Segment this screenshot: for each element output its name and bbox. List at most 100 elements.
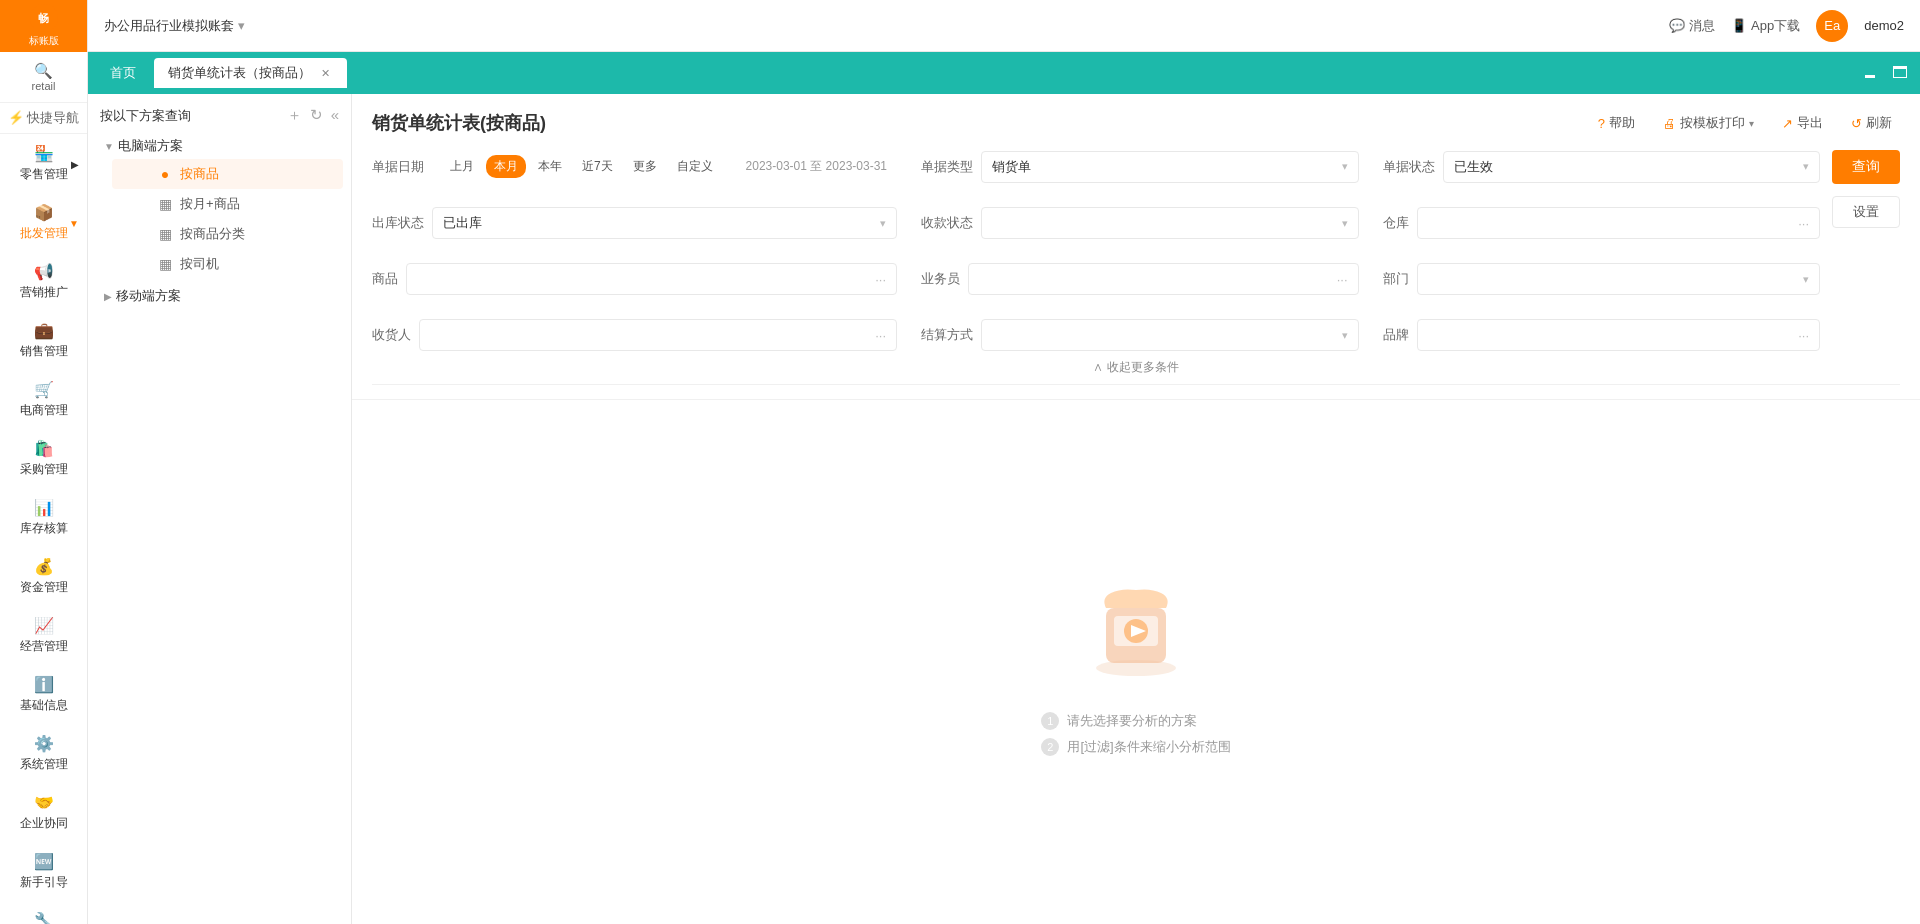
sidebar-item-inventory[interactable]: 📊 库存核算 [0,488,87,547]
sidebar-item-sales[interactable]: 💼 销售管理 [0,311,87,370]
date-tab-custom[interactable]: 自定义 [669,155,721,178]
search-menu-item[interactable]: 🔍 retail [0,52,87,103]
tab-close-btn[interactable]: ✕ [317,65,333,81]
collapse-panel-btn[interactable]: « [331,106,339,125]
left-panel-actions: ＋ ↻ « [287,106,339,125]
add-scheme-btn[interactable]: ＋ [287,106,302,125]
filter-payment-control[interactable]: ▾ [981,207,1359,239]
filter-row-4: 收货人 ··· 结算方式 ▾ [372,319,1820,351]
filter-dept-control[interactable]: ▾ [1417,263,1821,295]
date-tab-thismonth[interactable]: 本月 [486,155,526,178]
filter-product-control[interactable]: ··· [406,263,897,295]
collapse-bar[interactable]: ∧ 收起更多条件 [372,351,1900,385]
sidebar-item-enterprise[interactable]: 🤝 企业协同 [0,783,87,842]
settings-button[interactable]: 设置 [1832,196,1900,228]
recipient-dots[interactable]: ··· [875,328,886,343]
filter-warehouse-control[interactable]: ··· [1417,207,1821,239]
by-product-label: 按商品 [180,165,219,183]
tree-mobile-header[interactable]: ▶ 移动端方案 [96,283,343,309]
date-tab-7days[interactable]: 近7天 [574,155,621,178]
date-tab-more[interactable]: 更多 [625,155,665,178]
filter-docstatus-control[interactable]: 已生效 ▾ [1443,151,1821,183]
filter-outstatus-label: 出库状态 [372,214,424,232]
page-actions: ? 帮助 🖨 按模板打印 ▾ ↗ 导出 ↺ 刷新 [1590,110,1900,136]
paymethod-dropdown-arrow[interactable]: ▾ [1342,329,1348,342]
tree-desktop-header[interactable]: ▼ 电脑端方案 [96,133,343,159]
sidebar-item-operations[interactable]: 📈 经营管理 [0,606,87,665]
quick-nav-item[interactable]: ⚡ 快捷导航 [0,103,87,134]
filter-dept-field: 部门 ▾ [1383,263,1821,295]
search-menu-label: retail [0,80,87,92]
warehouse-dots[interactable]: ··· [1798,216,1809,231]
tree-item-by-machine[interactable]: ▦ 按司机 [112,249,343,279]
filter-paymethod-control[interactable]: ▾ [981,319,1359,351]
sidebar-item-system[interactable]: ⚙️ 系统管理 [0,724,87,783]
payment-dropdown-arrow[interactable]: ▾ [1342,217,1348,230]
filter-docstatus-field: 单据状态 已生效 ▾ [1383,151,1821,183]
export-btn[interactable]: ↗ 导出 [1774,110,1831,136]
sidebar-item-purchase[interactable]: 🛍️ 采购管理 [0,429,87,488]
filter-docstatus-label: 单据状态 [1383,158,1435,176]
docstatus-dropdown-arrow[interactable]: ▾ [1803,160,1809,173]
breadcrumb: 办公用品行业模拟账套 ▾ [104,17,1657,35]
filter-fields: 单据日期 上月 本月 本年 近7天 更多 自定义 [372,150,1820,351]
download-icon: 📱 [1731,18,1747,33]
sidebar-item-appstore[interactable]: 🔧 应用中心 [0,901,87,924]
doctype-dropdown-arrow[interactable]: ▾ [1342,160,1348,173]
refresh-btn[interactable]: ↺ 刷新 [1843,110,1900,136]
query-button[interactable]: 查询 [1832,150,1900,184]
sidebar-item-finance[interactable]: 💰 资金管理 [0,547,87,606]
date-tab-thisyear[interactable]: 本年 [530,155,570,178]
filter-salesman-control[interactable]: ··· [968,263,1359,295]
tab-maximize-btn[interactable]: 🗖 [1888,60,1912,86]
filter-date-control[interactable]: 上月 本月 本年 近7天 更多 自定义 2023-03-01 至 2023-03… [432,150,897,183]
marketing-icon: 📢 [34,262,54,281]
filter-area: 单据日期 上月 本月 本年 近7天 更多 自定义 [352,136,1920,400]
tree-item-by-product[interactable]: ● 按商品 [112,159,343,189]
filter-salesman-field: 业务员 ··· [921,263,1359,295]
tree-item-by-month-product[interactable]: ▦ 按月+商品 [112,189,343,219]
sidebar-item-marketing[interactable]: 📢 营销推广 [0,252,87,311]
dept-dropdown-arrow[interactable]: ▾ [1803,273,1809,286]
top-header: 办公用品行业模拟账套 ▾ 💬 消息 📱 App下载 Ea demo2 [88,0,1920,52]
tab-home[interactable]: 首页 [96,58,150,88]
app-logo[interactable]: 畅 标账版 [0,0,87,52]
filter-brand-control[interactable]: ··· [1417,319,1821,351]
sidebar-item-label-finance: 资金管理 [20,579,68,596]
by-month-label: 按月+商品 [180,195,240,213]
app-download-action[interactable]: 📱 App下载 [1731,17,1800,35]
sidebar-item-basic[interactable]: ℹ️ 基础信息 [0,665,87,724]
message-action[interactable]: 💬 消息 [1669,17,1715,35]
btn-group-right: 查询 设置 [1832,150,1900,228]
tree-arrow-mobile: ▶ [104,291,112,302]
help-btn[interactable]: ? 帮助 [1590,110,1643,136]
tab-minimize-btn[interactable]: 🗕 [1858,60,1882,86]
user-avatar[interactable]: Ea [1816,10,1848,42]
filter-recipient-control[interactable]: ··· [419,319,897,351]
product-dots[interactable]: ··· [875,272,886,287]
breadcrumb-arrow[interactable]: ▾ [238,18,245,33]
tab-sales-stat[interactable]: 销货单统计表（按商品） ✕ [154,58,347,88]
date-tab-lastmonth[interactable]: 上月 [442,155,482,178]
sidebar-item-retail[interactable]: 🏪 零售管理 ▶ [0,134,87,193]
filter-row-1: 单据日期 上月 本月 本年 近7天 更多 自定义 [372,150,1820,183]
sidebar-item-wholesale[interactable]: 📦 批发管理 ▼ [0,193,87,252]
template-print-btn[interactable]: 🖨 按模板打印 ▾ [1655,110,1762,136]
sidebar-item-guide[interactable]: 🆕 新手引导 [0,842,87,901]
filter-row-2: 出库状态 已出库 ▾ 收款状态 [372,207,1820,239]
purchase-icon: 🛍️ [34,439,54,458]
template-print-label: 按模板打印 [1680,114,1745,132]
sidebar-item-ecommerce[interactable]: 🛒 电商管理 [0,370,87,429]
print-dropdown-arrow[interactable]: ▾ [1749,118,1754,129]
sidebar-item-label-retail: 零售管理 [20,166,68,183]
outstatus-dropdown-arrow[interactable]: ▾ [880,217,886,230]
tree-item-by-category[interactable]: ▦ 按商品分类 [112,219,343,249]
sidebar-item-label-marketing: 营销推广 [20,284,68,301]
filter-dept-label: 部门 [1383,270,1409,288]
refresh-scheme-btn[interactable]: ↻ [310,106,323,125]
filter-doctype-field: 单据类型 销货单 ▾ [921,151,1359,183]
salesman-dots[interactable]: ··· [1337,272,1348,287]
filter-outstatus-control[interactable]: 已出库 ▾ [432,207,897,239]
brand-dots[interactable]: ··· [1798,328,1809,343]
filter-doctype-control[interactable]: 销货单 ▾ [981,151,1359,183]
